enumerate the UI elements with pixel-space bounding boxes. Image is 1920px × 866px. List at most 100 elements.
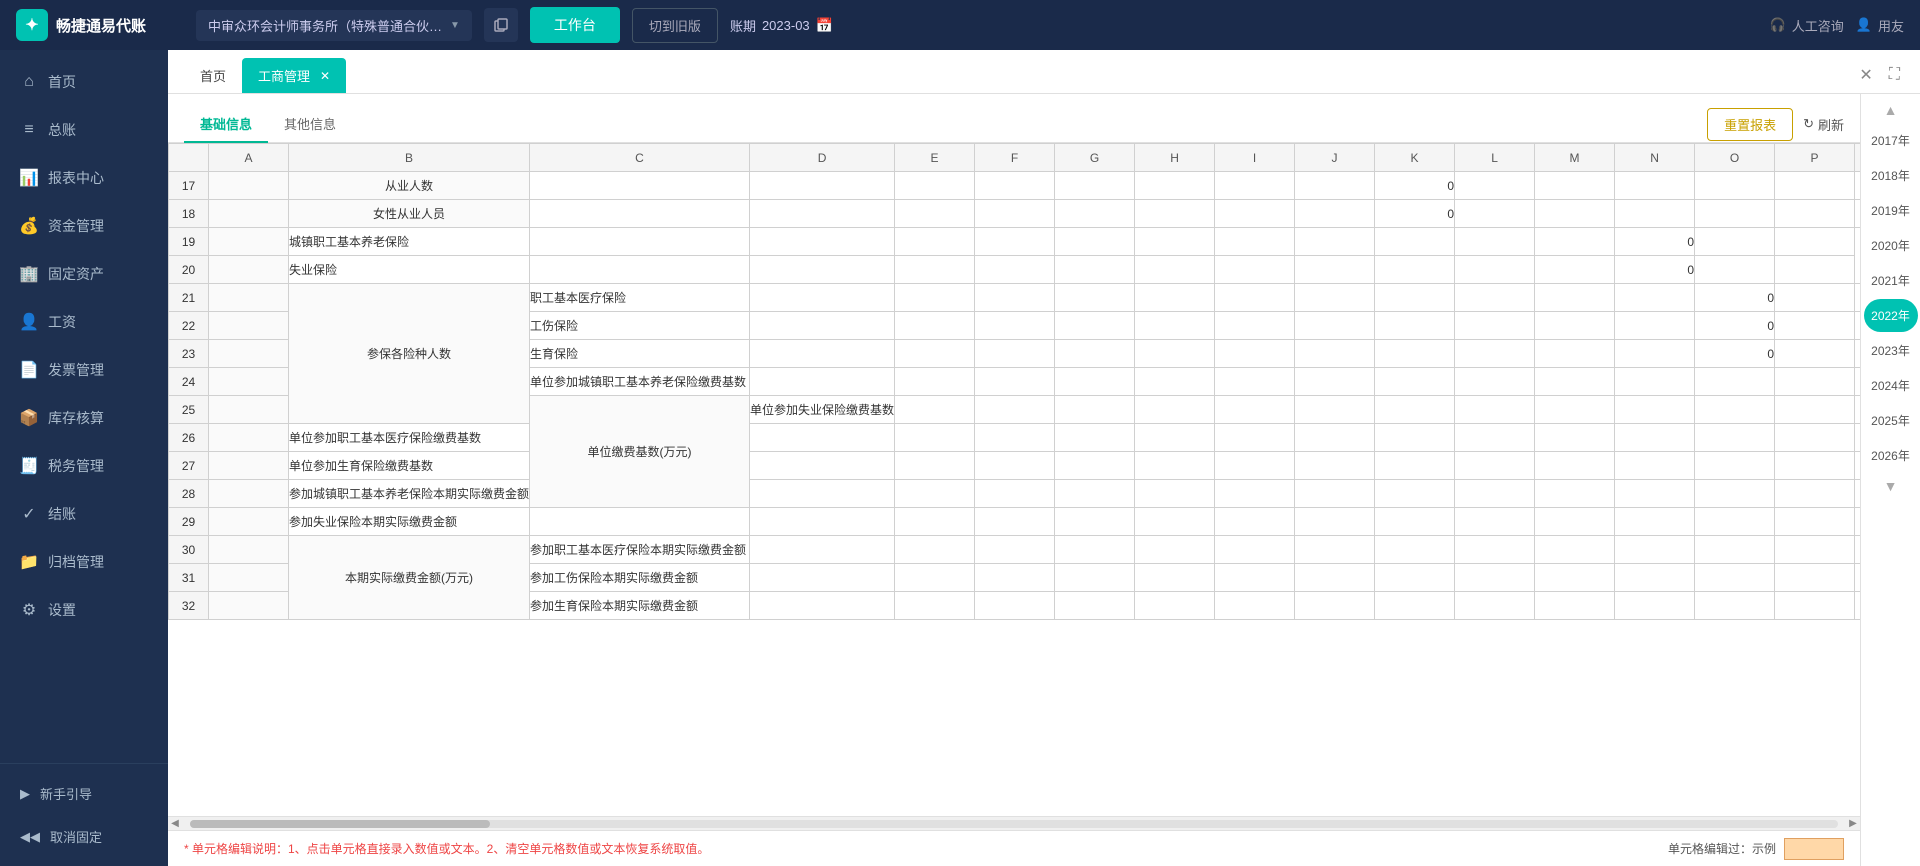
cell-32-L[interactable] — [1455, 592, 1535, 620]
cell-25-G[interactable] — [1135, 396, 1215, 424]
sidebar-item-archive[interactable]: 📁归档管理 — [0, 538, 168, 586]
cell-29-L[interactable] — [1375, 508, 1455, 536]
cell-28-D[interactable] — [750, 480, 895, 508]
cell-20-I[interactable] — [1135, 256, 1215, 284]
sidebar-item-home[interactable]: ⌂首页 — [0, 58, 168, 106]
cell-32-C[interactable]: 参加生育保险本期实际缴费金额 — [530, 592, 750, 620]
cell-31-L[interactable] — [1455, 564, 1535, 592]
cell-18-L[interactable] — [1455, 200, 1535, 228]
cell-18-N[interactable] — [1615, 200, 1695, 228]
cell-19-M[interactable] — [1455, 228, 1535, 256]
cell-23-E[interactable] — [895, 340, 975, 368]
sidebar-item-reports[interactable]: 📊报表中心 — [0, 154, 168, 202]
cell-21-H[interactable] — [1135, 284, 1215, 312]
cell-22-J[interactable] — [1295, 312, 1375, 340]
cell-28-J[interactable] — [1295, 480, 1375, 508]
cell-20-H[interactable] — [1055, 256, 1135, 284]
year-item-2022年[interactable]: 2022年 — [1864, 299, 1918, 332]
sidebar-item-closing[interactable]: ✓结账 — [0, 490, 168, 538]
cell-28-G[interactable] — [1055, 480, 1135, 508]
cell-29-H[interactable] — [1055, 508, 1135, 536]
cell-28-A[interactable] — [209, 480, 289, 508]
cell-32-M[interactable] — [1535, 592, 1615, 620]
cell-18-H[interactable] — [1135, 200, 1215, 228]
scroll-thumb[interactable] — [190, 820, 490, 828]
cell-17-Q[interactable] — [1855, 172, 1860, 200]
cell-24-I[interactable] — [1215, 368, 1295, 396]
sidebar-item-assets[interactable]: 🏢固定资产 — [0, 250, 168, 298]
cell-32-E[interactable] — [895, 592, 975, 620]
cell-23-I[interactable] — [1215, 340, 1295, 368]
cell-18-B[interactable]: 女性从业人员 — [289, 200, 530, 228]
cell-25-K[interactable] — [1455, 396, 1535, 424]
cell-31-H[interactable] — [1135, 564, 1215, 592]
cell-23-P[interactable] — [1775, 340, 1855, 368]
cell-26-F[interactable] — [975, 424, 1055, 452]
cell-31-E[interactable] — [895, 564, 975, 592]
cell-17-B[interactable]: 从业人数 — [289, 172, 530, 200]
cell-17-O[interactable] — [1695, 172, 1775, 200]
cell-26-O[interactable] — [1695, 424, 1775, 452]
tab-home[interactable]: 首页 — [184, 58, 242, 93]
cell-32-G[interactable] — [1055, 592, 1135, 620]
cell-19-N[interactable] — [1535, 228, 1615, 256]
cell-29-M[interactable] — [1455, 508, 1535, 536]
cell-24-J[interactable] — [1295, 368, 1375, 396]
cell-21-F[interactable] — [975, 284, 1055, 312]
year-item-2026年[interactable]: 2026年 — [1864, 439, 1918, 472]
switch-version-button[interactable]: 切到旧版 — [632, 8, 718, 43]
cell-17-D[interactable] — [750, 172, 895, 200]
cell-23-M[interactable] — [1535, 340, 1615, 368]
cell-26-P[interactable] — [1775, 424, 1855, 452]
cell-25-N[interactable] — [1695, 396, 1775, 424]
cell-26-C[interactable]: 单位参加职工基本医疗保险缴费基数 — [289, 424, 530, 452]
cell-20-P[interactable] — [1695, 256, 1775, 284]
cell-23-O[interactable]: 0 — [1695, 340, 1775, 368]
cell-32-J[interactable] — [1295, 592, 1375, 620]
cell-18-M[interactable] — [1535, 200, 1615, 228]
cell-32-F[interactable] — [975, 592, 1055, 620]
cell-17-P[interactable] — [1775, 172, 1855, 200]
spreadsheet-container[interactable]: ABCDEFGHIJKLMNOPQ 17从业人数018女性从业人员019城镇职工… — [168, 143, 1860, 816]
cell-32-K[interactable] — [1375, 592, 1455, 620]
cell-21-M[interactable] — [1535, 284, 1615, 312]
cell-30-P[interactable] — [1775, 536, 1855, 564]
cell-23-H[interactable] — [1135, 340, 1215, 368]
cell-31-N[interactable] — [1615, 564, 1695, 592]
cell-23-G[interactable] — [1055, 340, 1135, 368]
cell-18-Q[interactable] — [1855, 200, 1860, 228]
cell-22-A[interactable] — [209, 312, 289, 340]
cell-30-M[interactable] — [1535, 536, 1615, 564]
cell-31-O[interactable] — [1695, 564, 1775, 592]
horizontal-scrollbar[interactable]: ◀ ▶ — [168, 816, 1860, 830]
cell-27-G[interactable] — [1055, 452, 1135, 480]
cell-25-M[interactable] — [1615, 396, 1695, 424]
cell-21-D[interactable] — [750, 284, 895, 312]
cell-30-I[interactable] — [1215, 536, 1295, 564]
cell-17-F[interactable] — [975, 172, 1055, 200]
cell-17-N[interactable] — [1615, 172, 1695, 200]
cell-25-P[interactable] — [1855, 396, 1860, 424]
cell-20-F[interactable] — [895, 256, 975, 284]
cell-17-I[interactable] — [1215, 172, 1295, 200]
year-item-2025年[interactable]: 2025年 — [1864, 404, 1918, 437]
cell-19-F[interactable] — [895, 228, 975, 256]
cell-22-L[interactable] — [1455, 312, 1535, 340]
cell-28-F[interactable] — [975, 480, 1055, 508]
cell-27-A[interactable] — [209, 452, 289, 480]
cell-20-E[interactable] — [750, 256, 895, 284]
cell-29-O[interactable] — [1615, 508, 1695, 536]
cell-31-J[interactable] — [1295, 564, 1375, 592]
cell-29-J[interactable] — [1215, 508, 1295, 536]
cell-29-Q[interactable] — [1775, 508, 1855, 536]
cell-17-C[interactable] — [530, 172, 750, 200]
cell-27-E[interactable] — [895, 452, 975, 480]
cell-23-A[interactable] — [209, 340, 289, 368]
cell-23-J[interactable] — [1295, 340, 1375, 368]
cell-26-H[interactable] — [1135, 424, 1215, 452]
sidebar-item-inventory[interactable]: 📦库存核算 — [0, 394, 168, 442]
cell-22-C[interactable]: 工伤保险 — [530, 312, 750, 340]
cell-22-O[interactable]: 0 — [1695, 312, 1775, 340]
cell-32-Q[interactable] — [1855, 592, 1860, 620]
cell-30-E[interactable] — [895, 536, 975, 564]
